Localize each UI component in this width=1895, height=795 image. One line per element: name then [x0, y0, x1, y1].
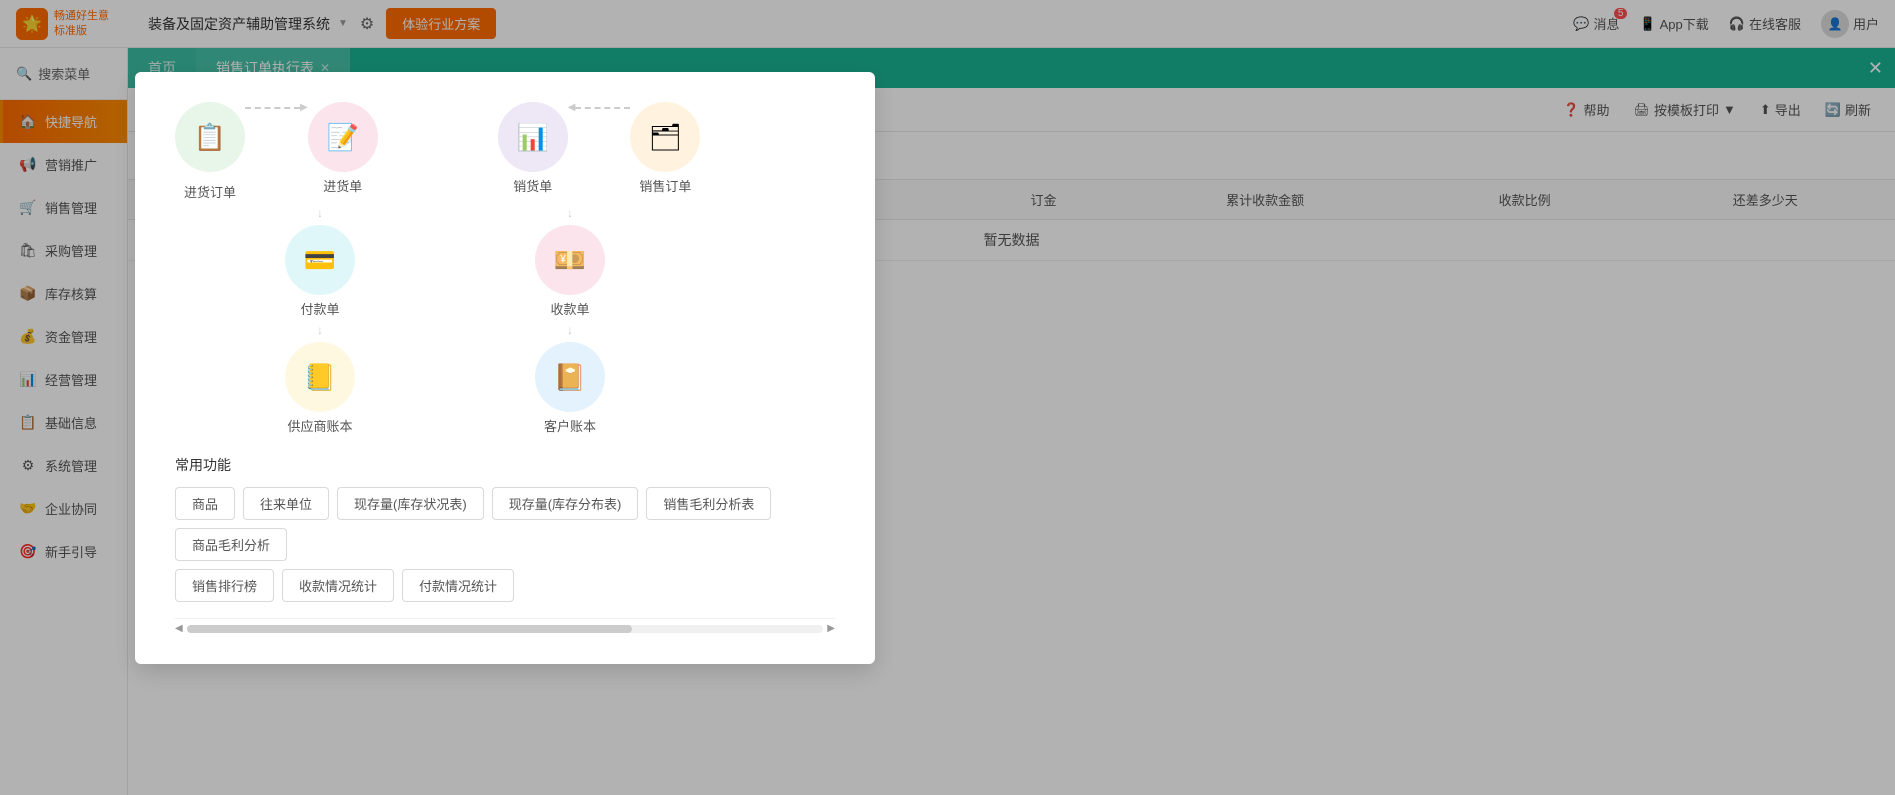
scrollbar-thumb[interactable]: [187, 625, 633, 633]
customer-ledger-circle[interactable]: 📔: [535, 342, 605, 412]
node-purchase[interactable]: 📝 进货单: [308, 102, 378, 195]
arrow-1: ▶: [245, 102, 308, 135]
payment-out-label: 付款单: [300, 299, 339, 318]
func-btn-3[interactable]: 现存量(库存分布表): [492, 487, 639, 520]
supplier-ledger-icon: 📒: [304, 362, 336, 393]
arrow-right-1: ▶: [300, 102, 308, 113]
func-btn-0[interactable]: 商品: [175, 487, 235, 520]
purchase-icon: 📝: [327, 122, 359, 153]
func-btn-4[interactable]: 销售毛利分析表: [646, 487, 771, 520]
common-functions: 常用功能 商品 往来单位 现存量(库存状况表) 现存量(库存分布表) 销售毛利分…: [175, 455, 835, 602]
scrollbar-track[interactable]: [187, 625, 824, 633]
function-buttons-row2: 销售排行榜 收款情况统计 付款情况统计: [175, 569, 835, 602]
payment-in-label: 收款单: [550, 299, 589, 318]
sales-order-label: 销售订单: [639, 176, 691, 195]
function-buttons: 商品 往来单位 现存量(库存状况表) 现存量(库存分布表) 销售毛利分析表 商品…: [175, 487, 835, 561]
payment-out-icon: 💳: [304, 245, 336, 276]
customer-ledger-label: 客户账本: [544, 416, 596, 435]
func-btn-8[interactable]: 付款情况统计: [402, 569, 514, 602]
down-arrow-4: ↓: [567, 318, 573, 342]
sales-order-icon: 🗂: [649, 122, 682, 153]
supplier-ledger-label: 供应商账本: [287, 416, 352, 435]
popup-scrollbar: ◀ ▶: [175, 618, 835, 634]
down-arrow-1: ↓: [317, 201, 323, 225]
purchase-order-label: 进货订单: [184, 182, 236, 201]
node-sales-order[interactable]: 🗂 销售订单: [630, 102, 700, 195]
flow-row-2: ↓ 💳 付款单 ↓ 💴 收款单: [175, 201, 835, 318]
col-payment-in: ↓ 💴 收款单: [505, 201, 635, 318]
col-payment-out: ↓ 💳 付款单: [255, 201, 385, 318]
down-arrow-3: ↓: [317, 318, 323, 342]
func-btn-7[interactable]: 收款情况统计: [282, 569, 394, 602]
sales-icon: 📊: [517, 122, 549, 153]
customer-ledger-icon: 📔: [554, 362, 586, 393]
func-btn-1[interactable]: 往来单位: [243, 487, 329, 520]
spacer-1: [378, 102, 498, 124]
payment-in-icon: 💴: [554, 245, 586, 276]
purchase-order-icon: 📋: [194, 122, 226, 153]
col-supplier-ledger: ↓ 📒 供应商账本: [255, 318, 385, 435]
scroll-right-icon[interactable]: ▶: [827, 623, 835, 634]
sales-label: 销货单: [513, 176, 552, 195]
node-sales[interactable]: 📊 销货单: [498, 102, 568, 195]
flow-row-3: ↓ 📒 供应商账本 ↓ 📔 客户账本: [175, 318, 835, 435]
col-customer-ledger: ↓ 📔 客户账本: [505, 318, 635, 435]
purchase-order-circle: 📋: [175, 102, 245, 172]
supplier-ledger-circle[interactable]: 📒: [285, 342, 355, 412]
arrow-2: ◀: [568, 102, 631, 135]
sales-order-circle: 🗂: [630, 102, 700, 172]
payment-out-circle[interactable]: 💳: [285, 225, 355, 295]
dashed-line-1: [245, 107, 300, 109]
flow-popup: 📋 进货订单 ▶ 📝 进货单 📊 销货单 ◀: [135, 72, 875, 664]
node-purchase-order[interactable]: 📋 进货订单: [175, 102, 245, 201]
func-btn-2[interactable]: 现存量(库存状况表): [337, 487, 484, 520]
arrow-left-icon: ◀: [568, 102, 576, 113]
dashed-line-2: [575, 107, 630, 109]
scroll-left-icon[interactable]: ◀: [175, 623, 183, 634]
down-arrow-2: ↓: [567, 201, 573, 225]
func-btn-5[interactable]: 商品毛利分析: [175, 528, 287, 561]
purchase-circle: 📝: [308, 102, 378, 172]
common-functions-title: 常用功能: [175, 455, 835, 475]
sales-circle: 📊: [498, 102, 568, 172]
purchase-label: 进货单: [323, 176, 362, 195]
flow-diagram: 📋 进货订单 ▶ 📝 进货单 📊 销货单 ◀: [175, 102, 835, 201]
func-btn-6[interactable]: 销售排行榜: [175, 569, 274, 602]
payment-in-circle[interactable]: 💴: [535, 225, 605, 295]
